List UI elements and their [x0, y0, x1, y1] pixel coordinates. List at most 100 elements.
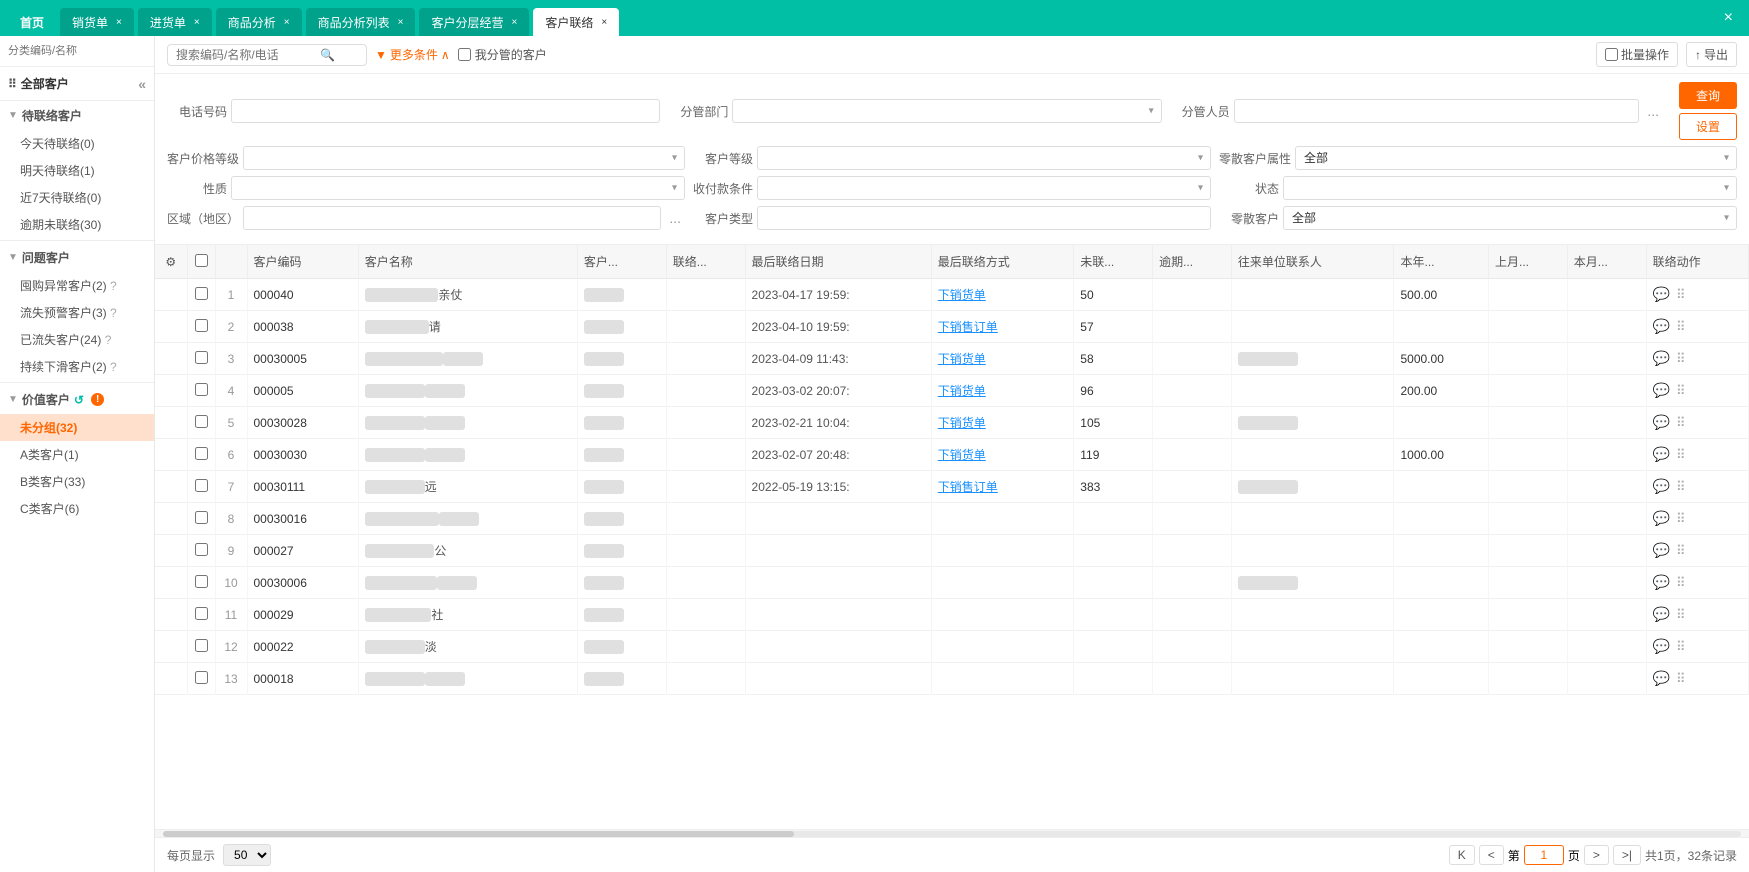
sidebar-item-negative[interactable]: 持续下滑客户(2) ?	[0, 353, 154, 380]
grid-icon[interactable]: ⠿	[1676, 351, 1686, 367]
payment-select[interactable]	[757, 176, 1211, 200]
close-customer-contact-icon[interactable]: ×	[601, 17, 607, 28]
row-checkbox[interactable]	[195, 287, 208, 300]
th-last-month[interactable]: 上月...	[1489, 245, 1568, 279]
grid-icon[interactable]: ⠿	[1676, 319, 1686, 335]
td-checkbox[interactable]	[187, 407, 215, 439]
sidebar-item-tomorrow[interactable]: 明天待联络(1)	[0, 157, 154, 184]
td-last-method[interactable]	[931, 567, 1074, 599]
grid-icon[interactable]: ⠿	[1676, 415, 1686, 431]
th-type[interactable]: 客户...	[577, 245, 666, 279]
row-checkbox[interactable]	[195, 607, 208, 620]
td-last-method[interactable]	[931, 503, 1074, 535]
grid-icon[interactable]: ⠿	[1676, 543, 1686, 559]
th-code[interactable]: 客户编码	[247, 245, 358, 279]
td-checkbox[interactable]	[187, 631, 215, 663]
filter-search-icon[interactable]: 🔍	[320, 48, 335, 62]
contact-method-link[interactable]: 下销售订单	[938, 320, 998, 334]
tab-customer-segment[interactable]: 客户分层经营 ×	[419, 8, 529, 36]
select-all-checkbox[interactable]	[195, 254, 208, 267]
th-last-method[interactable]: 最后联络方式	[931, 245, 1074, 279]
td-checkbox[interactable]	[187, 439, 215, 471]
td-last-method[interactable]	[931, 631, 1074, 663]
export-btn[interactable]: ↑ 导出	[1686, 42, 1737, 67]
sidebar-item-b-class[interactable]: B类客户(33)	[0, 468, 154, 495]
refresh-icon[interactable]: ↺	[74, 393, 84, 407]
td-checkbox[interactable]	[187, 567, 215, 599]
retail-customer-select[interactable]: 全部	[1283, 206, 1737, 230]
contact-method-link[interactable]: 下销货单	[938, 288, 986, 302]
th-last-date[interactable]: 最后联络日期	[745, 245, 931, 279]
sidebar-item-lost[interactable]: 已流失客户(24) ?	[0, 326, 154, 353]
price-level-select[interactable]	[243, 146, 685, 170]
row-checkbox[interactable]	[195, 639, 208, 652]
close-sales-icon[interactable]: ×	[116, 17, 122, 28]
row-checkbox[interactable]	[195, 351, 208, 364]
chat-icon[interactable]: 💬	[1653, 542, 1670, 559]
person-input[interactable]	[1234, 99, 1640, 123]
customer-level-select[interactable]	[757, 146, 1211, 170]
contact-method-link[interactable]: 下销售订单	[938, 480, 998, 494]
row-checkbox[interactable]	[195, 319, 208, 332]
page-size-select[interactable]: 50	[223, 844, 271, 866]
close-customer-segment-icon[interactable]: ×	[511, 17, 517, 28]
grid-icon[interactable]: ⠿	[1676, 511, 1686, 527]
region-dots-icon[interactable]: ...	[665, 210, 685, 226]
sidebar-all-customers[interactable]: ⠿ 全部客户 «	[0, 67, 154, 101]
th-name[interactable]: 客户名称	[358, 245, 577, 279]
chat-icon[interactable]: 💬	[1653, 318, 1670, 335]
grid-icon[interactable]: ⠿	[1676, 607, 1686, 623]
sidebar-group-value[interactable]: ▼ 价值客户 ↺ !	[0, 385, 154, 414]
sidebar-item-today[interactable]: 今天待联络(0)	[0, 130, 154, 157]
td-checkbox[interactable]	[187, 375, 215, 407]
contact-method-link[interactable]: 下销货单	[938, 384, 986, 398]
th-liaison[interactable]: 往来单位联系人	[1231, 245, 1394, 279]
contact-method-link[interactable]: 下销货单	[938, 416, 986, 430]
td-checkbox[interactable]	[187, 599, 215, 631]
sidebar-item-ungrouped[interactable]: 未分组(32)	[0, 414, 154, 441]
my-customers-filter[interactable]: 我分管的客户	[458, 46, 547, 63]
chat-icon[interactable]: 💬	[1653, 510, 1670, 527]
th-checkbox[interactable]	[187, 245, 215, 279]
td-checkbox[interactable]	[187, 311, 215, 343]
th-this-month[interactable]: 本月...	[1567, 245, 1646, 279]
sidebar-item-a-class[interactable]: A类客户(1)	[0, 441, 154, 468]
th-no-contact[interactable]: 未联...	[1074, 245, 1153, 279]
filter-more-btn[interactable]: ▼ 更多条件 ∧	[375, 46, 450, 63]
chat-icon[interactable]: 💬	[1653, 286, 1670, 303]
chat-icon[interactable]: 💬	[1653, 478, 1670, 495]
current-page-input[interactable]	[1524, 845, 1564, 865]
query-btn[interactable]: 查询	[1679, 82, 1737, 109]
nature-select[interactable]	[231, 176, 685, 200]
person-dots-icon[interactable]: ...	[1643, 103, 1663, 119]
row-checkbox[interactable]	[195, 511, 208, 524]
sidebar-item-c-class[interactable]: C类客户(6)	[0, 495, 154, 522]
filter-search-input[interactable]	[176, 48, 316, 62]
sidebar-group-problem[interactable]: ▼ 问题客户	[0, 243, 154, 272]
last-page-btn[interactable]: >|	[1613, 845, 1641, 865]
sidebar-group-waiting[interactable]: ▼ 待联络客户	[0, 101, 154, 130]
th-this-year[interactable]: 本年...	[1394, 245, 1489, 279]
close-product-analysis-list-icon[interactable]: ×	[398, 17, 404, 28]
tab-purchase[interactable]: 进货单 ×	[138, 8, 212, 36]
close-product-analysis-icon[interactable]: ×	[284, 17, 290, 28]
td-last-method[interactable]	[931, 535, 1074, 567]
grid-icon[interactable]: ⠿	[1676, 479, 1686, 495]
chat-icon[interactable]: 💬	[1653, 446, 1670, 463]
tab-home[interactable]: 首页	[8, 8, 56, 36]
grid-icon[interactable]: ⠿	[1676, 639, 1686, 655]
chat-icon[interactable]: 💬	[1653, 414, 1670, 431]
first-page-btn[interactable]: K	[1449, 845, 1475, 865]
td-checkbox[interactable]	[187, 279, 215, 311]
region-input[interactable]	[243, 206, 661, 230]
chat-icon[interactable]: 💬	[1653, 382, 1670, 399]
td-last-method[interactable]: 下销售订单	[931, 311, 1074, 343]
sidebar-search-input[interactable]	[8, 45, 150, 57]
grid-icon[interactable]: ⠿	[1676, 575, 1686, 591]
td-last-method[interactable]: 下销售订单	[931, 471, 1074, 503]
row-checkbox[interactable]	[195, 543, 208, 556]
sidebar-item-churn-warn[interactable]: 流失预警客户(3) ?	[0, 299, 154, 326]
chat-icon[interactable]: 💬	[1653, 574, 1670, 591]
contact-method-link[interactable]: 下销货单	[938, 352, 986, 366]
batch-operations-btn[interactable]: 批量操作	[1596, 42, 1678, 67]
